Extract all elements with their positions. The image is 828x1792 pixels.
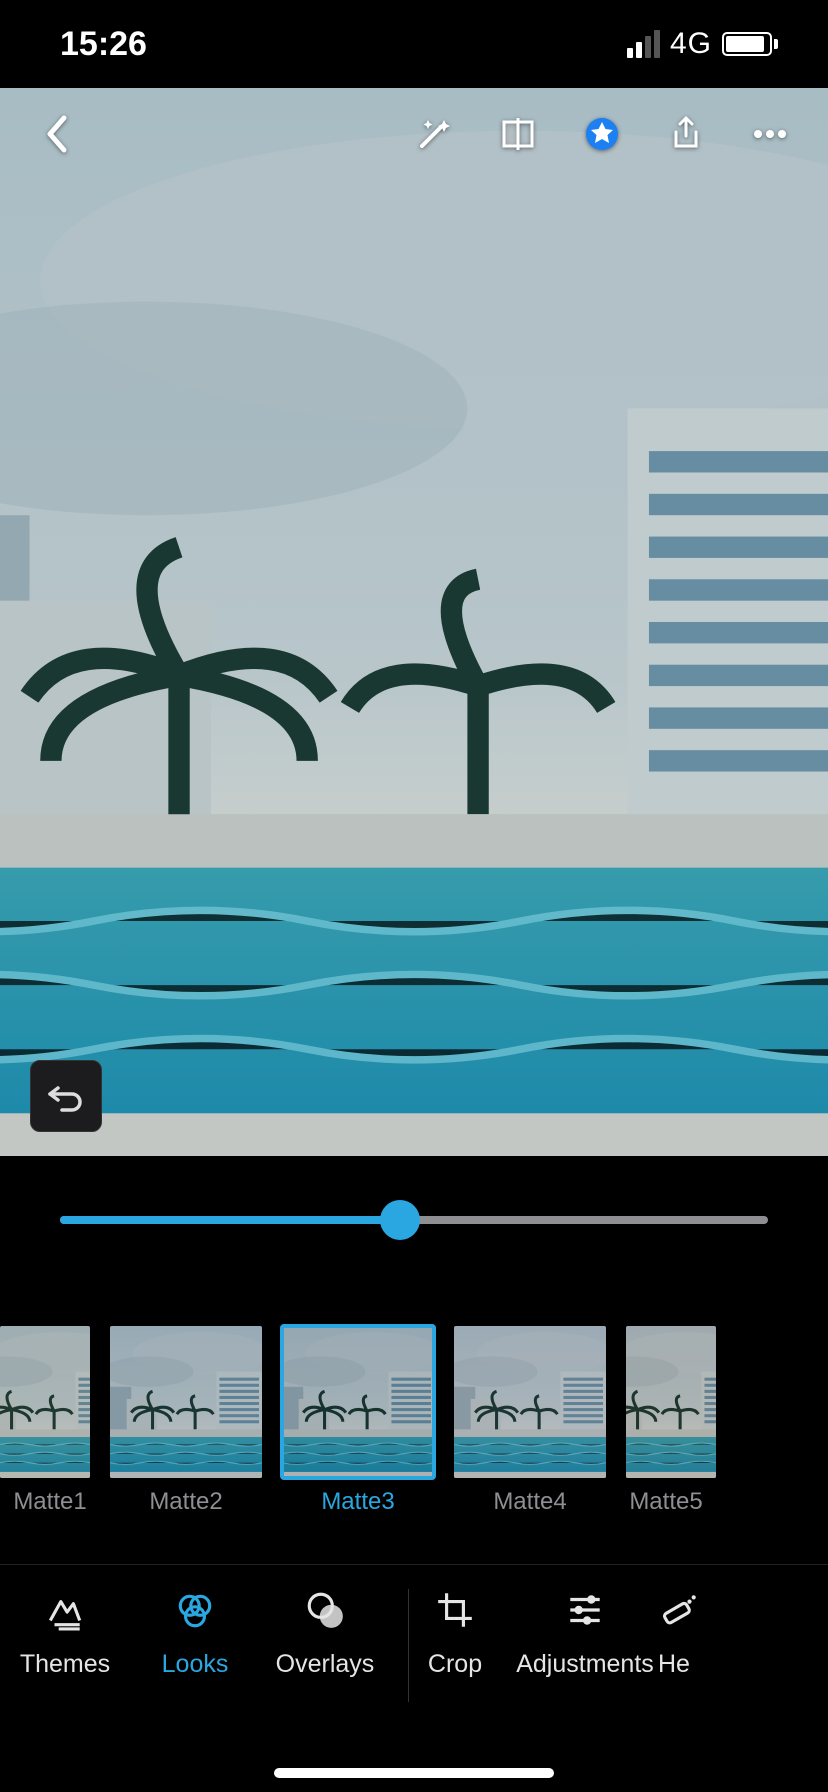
- filter-matte4[interactable]: Matte4: [444, 1326, 616, 1516]
- auto-enhance-button[interactable]: [392, 102, 476, 166]
- tab-label: Looks: [162, 1650, 229, 1679]
- tab-themes[interactable]: Themes: [0, 1589, 130, 1762]
- filter-thumb: [110, 1326, 262, 1478]
- undo-button[interactable]: [30, 1060, 102, 1132]
- looks-icon: [174, 1589, 216, 1636]
- filter-matte2[interactable]: Matte2: [100, 1326, 272, 1516]
- back-button[interactable]: [16, 102, 100, 166]
- tab-label: Overlays: [276, 1650, 375, 1679]
- filter-label: Matte3: [272, 1488, 444, 1516]
- crop-icon: [434, 1589, 476, 1636]
- filter-matte5[interactable]: Matte5: [616, 1326, 716, 1516]
- filter-matte1[interactable]: Matte1: [0, 1326, 100, 1516]
- filter-presets-row[interactable]: Matte1Matte2Matte3Matte4Matte5: [0, 1322, 828, 1550]
- tab-label: He: [658, 1650, 690, 1679]
- filter-thumb: [0, 1326, 90, 1478]
- adjustments-icon: [564, 1589, 606, 1636]
- status-right: 4G: [627, 27, 778, 61]
- battery-icon: [722, 32, 778, 56]
- photo-canvas[interactable]: [0, 88, 828, 1156]
- status-time: 15:26: [60, 25, 147, 64]
- tab-crop[interactable]: Crop: [390, 1589, 520, 1762]
- tab-label: Crop: [428, 1650, 482, 1679]
- network-label: 4G: [670, 27, 712, 61]
- tab-heal[interactable]: He: [650, 1589, 710, 1762]
- intensity-slider[interactable]: [60, 1200, 768, 1240]
- home-indicator: [274, 1768, 554, 1778]
- filter-label: Matte2: [100, 1488, 272, 1516]
- intensity-slider-row: [0, 1156, 828, 1284]
- tab-adjustments[interactable]: Adjustments: [520, 1589, 650, 1762]
- tab-looks[interactable]: Looks: [130, 1589, 260, 1762]
- compare-button[interactable]: [476, 102, 560, 166]
- filter-thumb: [454, 1326, 606, 1478]
- filter-label: Matte5: [616, 1488, 716, 1516]
- cellular-signal-icon: [627, 30, 660, 58]
- tab-overlays[interactable]: Overlays: [260, 1589, 390, 1762]
- filter-label: Matte1: [0, 1488, 100, 1516]
- more-button[interactable]: [728, 102, 812, 166]
- premium-button[interactable]: [560, 102, 644, 166]
- overlays-icon: [304, 1589, 346, 1636]
- tab-label: Adjustments: [516, 1650, 654, 1679]
- status-bar: 15:26 4G: [0, 0, 828, 88]
- filter-thumb: [626, 1326, 716, 1478]
- share-button[interactable]: [644, 102, 728, 166]
- filter-thumb: [282, 1326, 434, 1478]
- themes-icon: [44, 1589, 86, 1636]
- tab-label: Themes: [20, 1650, 110, 1679]
- editor-top-toolbar: [0, 102, 828, 166]
- filter-label: Matte4: [444, 1488, 616, 1516]
- heal-icon: [658, 1589, 700, 1636]
- slider-thumb[interactable]: [380, 1200, 420, 1240]
- bottom-tab-bar: ThemesLooksOverlaysCropAdjustmentsHe: [0, 1564, 828, 1762]
- filter-matte3[interactable]: Matte3: [272, 1326, 444, 1516]
